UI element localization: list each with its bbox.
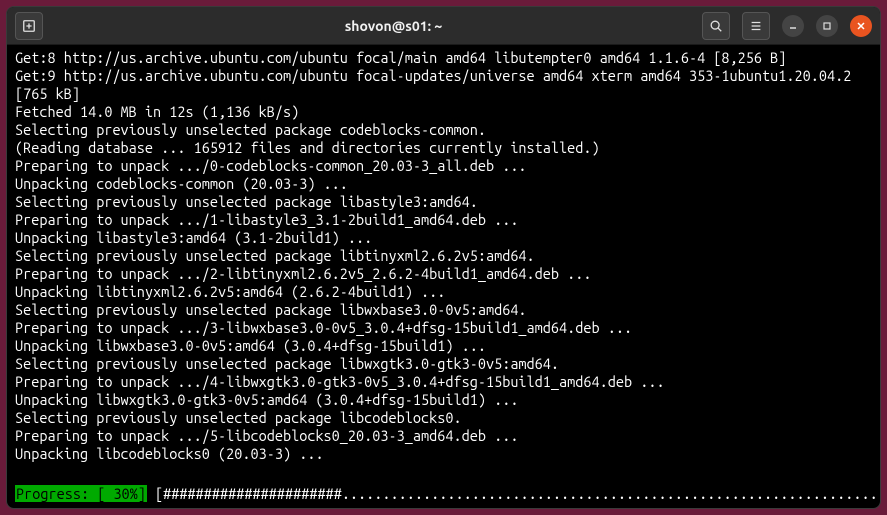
terminal-line: Get:9 http://us.archive.ubuntu.com/ubunt… [15,67,872,103]
close-icon [856,21,866,31]
maximize-button[interactable] [816,15,838,37]
search-icon [709,19,723,33]
terminal-line: Unpacking libwxbase3.0-0v5:amd64 (3.0.4+… [15,337,872,355]
terminal-line: Preparing to unpack .../2-libtinyxml2.6.… [15,265,872,283]
terminal-line: Preparing to unpack .../0-codeblocks-com… [15,157,872,175]
terminal-line: Preparing to unpack .../1-libastyle3_3.1… [15,211,872,229]
terminal-line: Unpacking libtinyxml2.6.2v5:amd64 (2.6.2… [15,283,872,301]
progress-label: Progress: [ 30%] [15,485,147,502]
close-button[interactable] [850,15,872,37]
terminal-line: Unpacking libcodeblocks0 (20.03-3) ... [15,445,872,463]
menu-button[interactable] [742,12,770,40]
new-tab-button[interactable] [15,12,43,40]
new-tab-icon [22,19,36,33]
window-title: shovon@s01: ~ [123,18,664,34]
terminal-line: (Reading database ... 165912 files and d… [15,139,872,157]
terminal-line: Unpacking libwxgtk3.0-gtk3-0v5:amd64 (3.… [15,391,872,409]
terminal-line: Selecting previously unselected package … [15,355,872,373]
maximize-icon [822,21,832,31]
terminal-line: Selecting previously unselected package … [15,301,872,319]
terminal-line: Selecting previously unselected package … [15,193,872,211]
progress-bar: [######################.................… [147,485,881,502]
minimize-button[interactable] [782,15,804,37]
terminal-line: Preparing to unpack .../3-libwxbase3.0-0… [15,319,872,337]
terminal-window: shovon@s01: ~ [6,6,881,509]
minimize-icon [788,21,798,31]
terminal-line: Preparing to unpack .../4-libwxgtk3.0-gt… [15,373,872,391]
terminal-line: Preparing to unpack .../5-libcodeblocks0… [15,427,872,445]
terminal-output[interactable]: Get:8 http://us.archive.ubuntu.com/ubunt… [7,45,880,485]
terminal-line: Selecting previously unselected package … [15,247,872,265]
terminal-line: Fetched 14.0 MB in 12s (1,136 kB/s) [15,103,872,121]
titlebar: shovon@s01: ~ [7,7,880,45]
search-button[interactable] [702,12,730,40]
terminal-line: Get:8 http://us.archive.ubuntu.com/ubunt… [15,49,872,67]
hamburger-icon [749,19,763,33]
terminal-line: Selecting previously unselected package … [15,409,872,427]
terminal-line: Selecting previously unselected package … [15,121,872,139]
progress-row: Progress: [ 30%] [######################… [7,485,880,508]
terminal-line: Unpacking libastyle3:amd64 (3.1-2build1)… [15,229,872,247]
terminal-line: Unpacking codeblocks-common (20.03-3) ..… [15,175,872,193]
